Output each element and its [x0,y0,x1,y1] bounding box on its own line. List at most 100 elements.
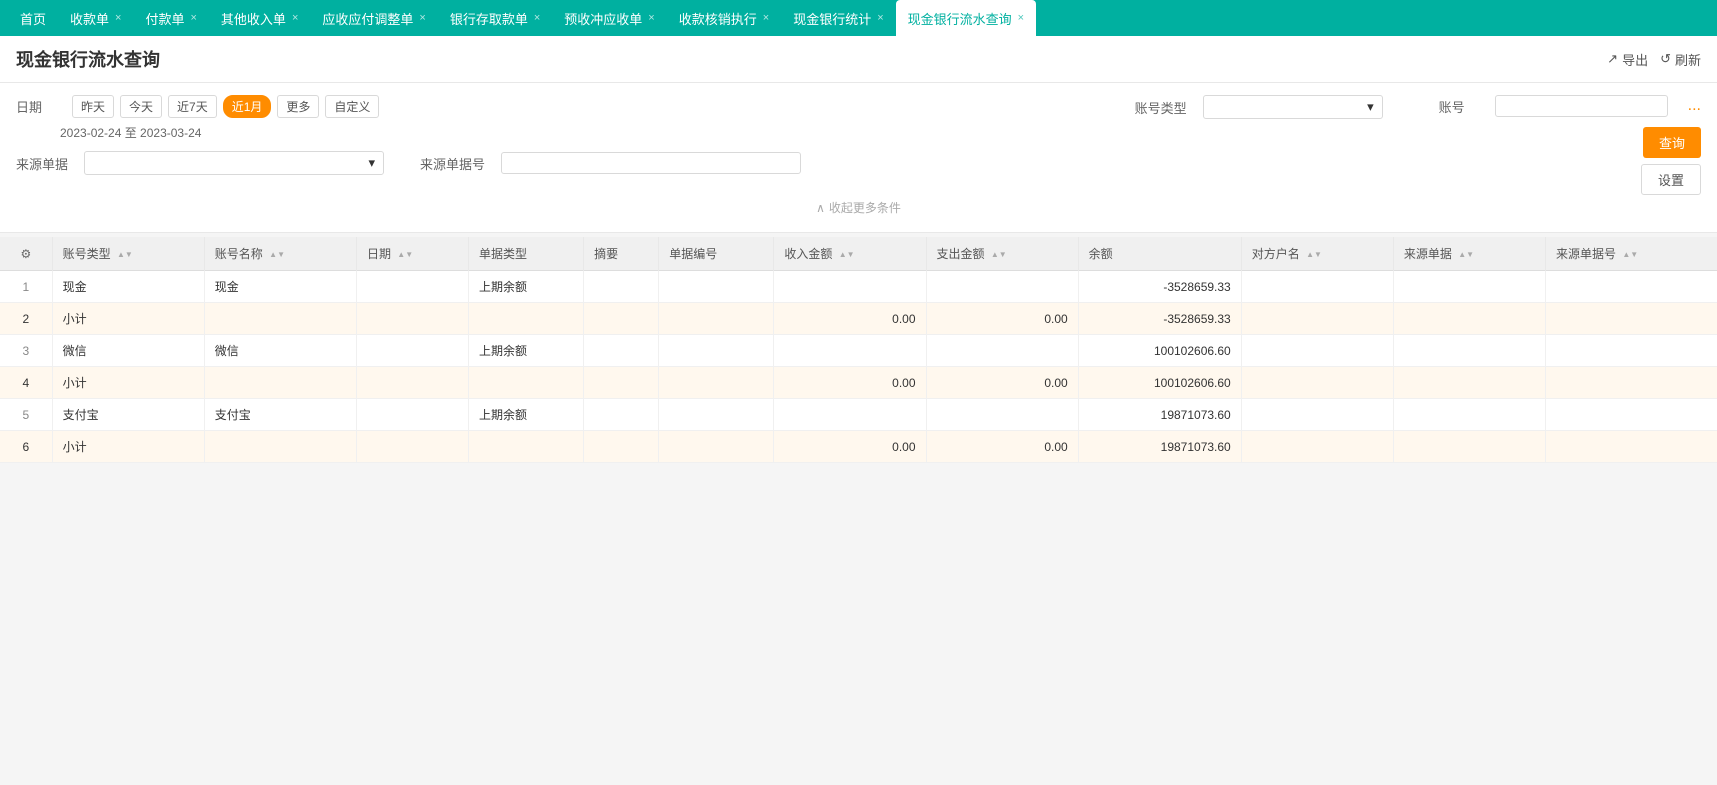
cell-expense [926,399,1078,431]
refresh-button[interactable]: ↺ 刷新 [1660,50,1701,69]
cell-doc-type: 上期余额 [469,271,584,303]
date-7days[interactable]: 近7天 [168,95,217,118]
account-input[interactable] [1495,95,1668,117]
table-row: 1现金现金上期余额-3528659.33 [0,271,1717,303]
cell-account-name: 支付宝 [204,399,356,431]
cell-summary [584,271,659,303]
sort-icon: ▲▼ [397,251,413,259]
cell-doc-no [659,431,774,463]
cell-source-doc [1393,303,1545,335]
col-date[interactable]: 日期 ▲▼ [356,237,468,271]
cell-date [356,431,468,463]
page-header: 现金银行流水查询 ↗ 导出 ↺ 刷新 [0,36,1717,83]
account-type-label: 账号类型 [1135,98,1187,117]
col-counterparty[interactable]: 对方户名 ▲▼ [1241,237,1393,271]
cell-income: 0.00 [774,303,926,335]
tab-bank-deposit[interactable]: 银行存取款单 × [438,0,552,36]
col-account-type[interactable]: 账号类型 ▲▼ [52,237,204,271]
cell-source-doc-no [1546,399,1717,431]
tab-bank-stats[interactable]: 现金银行统计 × [781,0,895,36]
cell-balance: -3528659.33 [1078,271,1241,303]
cell-income [774,335,926,367]
cell-counterparty [1241,303,1393,335]
table-row: 3微信微信上期余额100102606.60 [0,335,1717,367]
cell-doc-type [469,303,584,335]
table-header-row: ⚙ 账号类型 ▲▼ 账号名称 ▲▼ 日期 ▲▼ 单据类型 摘 [0,237,1717,271]
row-number: 3 [0,335,52,367]
table-body: 1现金现金上期余额-3528659.332小计0.000.00-3528659.… [0,271,1717,463]
cell-account-type: 小计 [52,431,204,463]
cell-balance: -3528659.33 [1078,303,1241,335]
cell-source-doc-no [1546,271,1717,303]
col-source-doc-no[interactable]: 来源单据号 ▲▼ [1546,237,1717,271]
col-summary: 摘要 [584,237,659,271]
nav-home[interactable]: 首页 [8,0,58,36]
account-type-select[interactable]: ▾ [1203,95,1383,119]
cell-doc-no [659,367,774,399]
tab-writeoff[interactable]: 收款核销执行 × [667,0,781,36]
col-balance: 余额 [1078,237,1241,271]
cell-expense: 0.00 [926,303,1078,335]
date-today[interactable]: 今天 [120,95,162,118]
sort-icon: ▲▼ [1622,251,1638,259]
cell-counterparty [1241,335,1393,367]
close-icon[interactable]: × [419,12,425,24]
cell-doc-type: 上期余额 [469,399,584,431]
cell-income: 0.00 [774,431,926,463]
table-row: 6小计0.000.0019871073.60 [0,431,1717,463]
cell-summary [584,431,659,463]
filter-area: 日期 昨天 今天 近7天 近1月 更多 自定义 2023-02-24 至 202… [0,83,1717,233]
row-number: 1 [0,271,52,303]
cell-summary [584,367,659,399]
tab-pay[interactable]: 付款单 × [133,0,208,36]
tab-other-income[interactable]: 其他收入单 × [209,0,310,36]
col-income[interactable]: 收入金额 ▲▼ [774,237,926,271]
cell-doc-type: 上期余额 [469,335,584,367]
table-row: 2小计0.000.00-3528659.33 [0,303,1717,335]
sort-icon: ▲▼ [117,251,133,259]
tab-ar-adjust[interactable]: 应收应付调整单 × [310,0,437,36]
gear-icon[interactable]: ⚙ [20,247,31,261]
table-row: 5支付宝支付宝上期余额19871073.60 [0,399,1717,431]
settings-button[interactable]: 设置 [1641,164,1701,195]
top-navigation: 首页 收款单 × 付款单 × 其他收入单 × 应收应付调整单 × 银行存取款单 … [0,0,1717,36]
close-icon[interactable]: × [648,12,654,24]
col-account-name[interactable]: 账号名称 ▲▼ [204,237,356,271]
date-1month[interactable]: 近1月 [223,95,272,118]
source-doc-no-input[interactable] [501,152,801,174]
refresh-icon: ↺ [1660,51,1671,67]
close-icon[interactable]: × [292,12,298,24]
close-icon[interactable]: × [534,12,540,24]
cell-counterparty [1241,271,1393,303]
close-icon[interactable]: × [190,12,196,24]
tab-receive[interactable]: 收款单 × [58,0,133,36]
tab-advance[interactable]: 预收冲应收单 × [552,0,666,36]
date-options: 昨天 今天 近7天 近1月 更多 自定义 [72,95,379,118]
account-dots-button[interactable]: ... [1688,97,1701,115]
cell-date [356,335,468,367]
close-icon[interactable]: × [763,12,769,24]
cell-summary [584,399,659,431]
cell-source-doc [1393,367,1545,399]
source-doc-select[interactable]: ▾ [84,151,384,175]
collapse-filters-button[interactable]: ∧ 收起更多条件 [16,195,1701,220]
column-settings[interactable]: ⚙ [0,237,52,271]
close-icon[interactable]: × [1018,12,1024,24]
query-button[interactable]: 查询 [1643,127,1701,158]
tab-bank-flow[interactable]: 现金银行流水查询 × [896,0,1036,36]
data-table: ⚙ 账号类型 ▲▼ 账号名称 ▲▼ 日期 ▲▼ 单据类型 摘 [0,237,1717,463]
date-custom[interactable]: 自定义 [325,95,379,118]
sort-icon: ▲▼ [839,251,855,259]
source-doc-label: 来源单据 [16,154,68,173]
col-expense[interactable]: 支出金额 ▲▼ [926,237,1078,271]
close-icon[interactable]: × [877,12,883,24]
chevron-down-icon: ▾ [368,155,375,171]
col-source-doc[interactable]: 来源单据 ▲▼ [1393,237,1545,271]
date-more[interactable]: 更多 [277,95,319,118]
cell-expense [926,335,1078,367]
close-icon[interactable]: × [115,12,121,24]
date-yesterday[interactable]: 昨天 [72,95,114,118]
export-button[interactable]: ↗ 导出 [1607,50,1648,69]
page-title: 现金银行流水查询 [16,46,160,72]
cell-doc-no [659,399,774,431]
